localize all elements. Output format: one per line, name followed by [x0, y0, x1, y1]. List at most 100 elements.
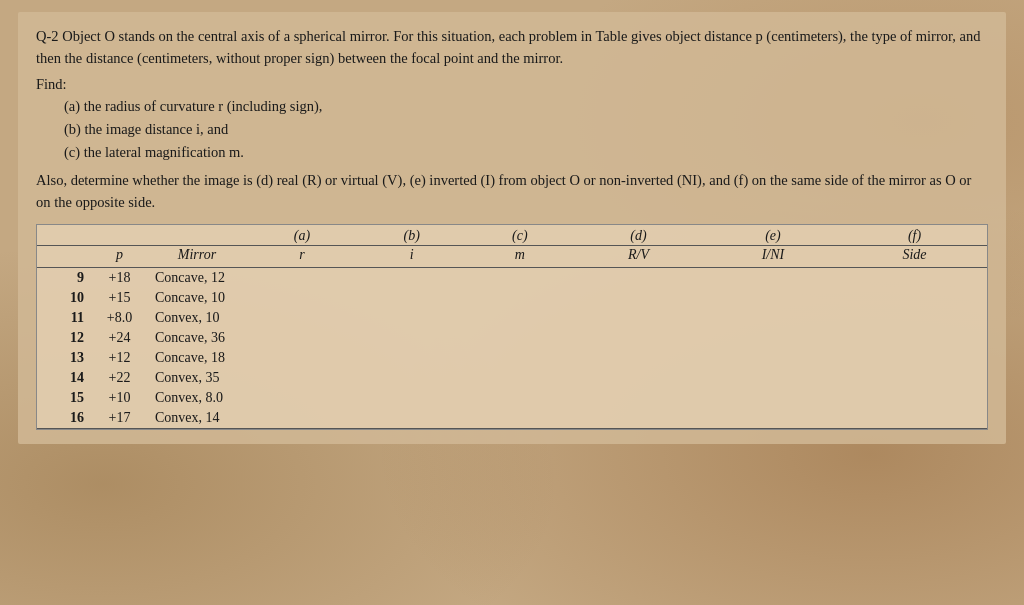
col-header-c-label: (c) — [467, 225, 573, 246]
cell-num: 12 — [37, 328, 92, 348]
cell-mirror: Concave, 10 — [147, 288, 247, 308]
cell-rv — [573, 388, 704, 408]
cell-m — [467, 288, 573, 308]
cell-mirror: Concave, 12 — [147, 267, 247, 288]
col-header-b-label: (b) — [357, 225, 467, 246]
table-row: 9+18Concave, 12 — [37, 267, 987, 288]
cell-side — [842, 267, 987, 288]
cell-num: 15 — [37, 388, 92, 408]
find-c: (c) the lateral magnification m. — [64, 141, 988, 164]
cell-side — [842, 288, 987, 308]
cell-mirror: Concave, 36 — [147, 328, 247, 348]
cell-p: +15 — [92, 288, 147, 308]
col-header-d-label: (d) — [573, 225, 704, 246]
cell-ini — [704, 348, 842, 368]
data-table-wrapper: (a) (b) (c) (d) (e) (f) p Mirror r i m R… — [36, 224, 988, 430]
cell-side — [842, 388, 987, 408]
col-header-i: i — [357, 245, 467, 267]
cell-rv — [573, 348, 704, 368]
col-header-num — [37, 245, 92, 267]
cell-m — [467, 308, 573, 328]
main-content: Q-2 Object O stands on the central axis … — [18, 12, 1006, 444]
cell-rv — [573, 288, 704, 308]
cell-m — [467, 348, 573, 368]
cell-rv — [573, 308, 704, 328]
col-header-m: m — [467, 245, 573, 267]
cell-mirror: Concave, 18 — [147, 348, 247, 368]
find-items: (a) the radius of curvature r (including… — [64, 95, 988, 165]
col-header-rv: R/V — [573, 245, 704, 267]
cell-rv — [573, 267, 704, 288]
cell-side — [842, 368, 987, 388]
cell-r — [247, 388, 357, 408]
cell-mirror: Convex, 35 — [147, 368, 247, 388]
table-row: 15+10Convex, 8.0 — [37, 388, 987, 408]
cell-i — [357, 267, 467, 288]
data-table: (a) (b) (c) (d) (e) (f) p Mirror r i m R… — [37, 225, 987, 429]
cell-ini — [704, 328, 842, 348]
table-row: 11+8.0Convex, 10 — [37, 308, 987, 328]
table-header-top: (a) (b) (c) (d) (e) (f) — [37, 225, 987, 246]
cell-r — [247, 288, 357, 308]
cell-num: 9 — [37, 267, 92, 288]
cell-r — [247, 328, 357, 348]
cell-p: +10 — [92, 388, 147, 408]
cell-ini — [704, 288, 842, 308]
table-body: 9+18Concave, 1210+15Concave, 1011+8.0Con… — [37, 267, 987, 428]
table-row: 13+12Concave, 18 — [37, 348, 987, 368]
cell-r — [247, 408, 357, 429]
cell-r — [247, 267, 357, 288]
cell-num: 13 — [37, 348, 92, 368]
cell-i — [357, 288, 467, 308]
col-header-p: p — [92, 245, 147, 267]
cell-ini — [704, 308, 842, 328]
cell-p: +22 — [92, 368, 147, 388]
cell-m — [467, 328, 573, 348]
cell-p: +24 — [92, 328, 147, 348]
cell-i — [357, 408, 467, 429]
table-row: 12+24Concave, 36 — [37, 328, 987, 348]
cell-side — [842, 408, 987, 429]
cell-m — [467, 267, 573, 288]
col-header-empty3 — [147, 225, 247, 246]
col-header-e-label: (e) — [704, 225, 842, 246]
cell-i — [357, 348, 467, 368]
find-a: (a) the radius of curvature r (including… — [64, 95, 988, 118]
cell-i — [357, 368, 467, 388]
cell-p: +18 — [92, 267, 147, 288]
table-row: 16+17Convex, 14 — [37, 408, 987, 429]
cell-rv — [573, 368, 704, 388]
col-header-f-label: (f) — [842, 225, 987, 246]
cell-p: +17 — [92, 408, 147, 429]
cell-p: +12 — [92, 348, 147, 368]
table-row: 10+15Concave, 10 — [37, 288, 987, 308]
cell-m — [467, 388, 573, 408]
also-text: Also, determine whether the image is (d)… — [36, 170, 988, 214]
cell-r — [247, 368, 357, 388]
cell-mirror: Convex, 14 — [147, 408, 247, 429]
cell-ini — [704, 267, 842, 288]
cell-ini — [704, 388, 842, 408]
cell-r — [247, 348, 357, 368]
find-b: (b) the image distance i, and — [64, 118, 988, 141]
question-text: Q-2 Object O stands on the central axis … — [36, 26, 988, 70]
cell-side — [842, 308, 987, 328]
find-label: Find: — [36, 76, 988, 93]
cell-i — [357, 308, 467, 328]
col-header-r: r — [247, 245, 357, 267]
col-header-empty1 — [37, 225, 92, 246]
cell-r — [247, 308, 357, 328]
cell-ini — [704, 368, 842, 388]
cell-i — [357, 328, 467, 348]
col-header-side: Side — [842, 245, 987, 267]
cell-num: 10 — [37, 288, 92, 308]
col-header-a-label: (a) — [247, 225, 357, 246]
cell-rv — [573, 408, 704, 429]
cell-rv — [573, 328, 704, 348]
cell-num: 16 — [37, 408, 92, 429]
cell-num: 14 — [37, 368, 92, 388]
table-row: 14+22Convex, 35 — [37, 368, 987, 388]
cell-side — [842, 328, 987, 348]
cell-side — [842, 348, 987, 368]
cell-ini — [704, 408, 842, 429]
